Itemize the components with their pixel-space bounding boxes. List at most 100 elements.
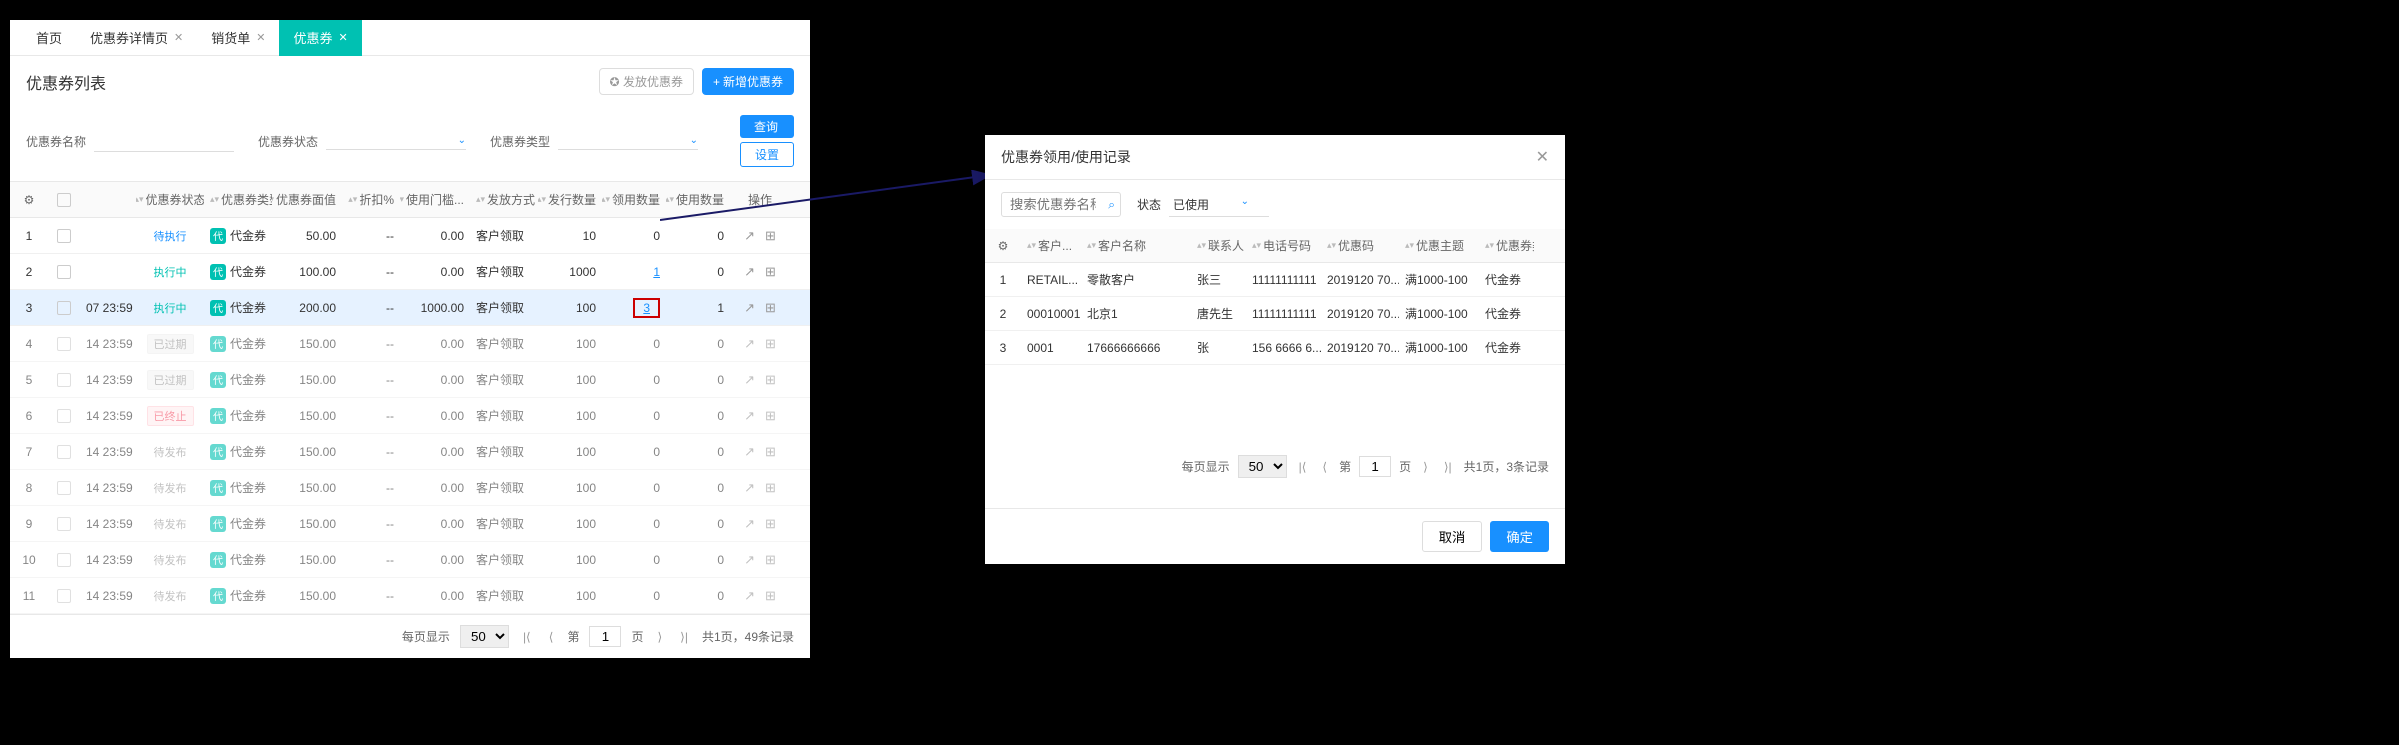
mcol-code[interactable]: ▴▾优惠码 xyxy=(1321,237,1399,254)
mcol-name[interactable]: ▴▾客户名称 xyxy=(1081,237,1191,254)
table-row[interactable]: 2 执行中 代代金券 100.00 -- 0.00 客户领取 1000 1 0 … xyxy=(10,254,810,290)
qr-icon[interactable]: ⊞ xyxy=(765,228,776,244)
prev-page-button[interactable]: ⟨ xyxy=(545,630,558,644)
qr-icon[interactable]: ⊞ xyxy=(765,480,776,496)
table-row[interactable]: 11 14 23:59 待发布 代代金券 150.00 -- 0.00 客户领取… xyxy=(10,578,810,614)
table-row[interactable]: 9 14 23:59 待发布 代代金券 150.00 -- 0.00 客户领取 … xyxy=(10,506,810,542)
table-row[interactable]: 3 07 23:59 执行中 代代金券 200.00 -- 1000.00 客户… xyxy=(10,290,810,326)
claim-count-link[interactable]: 1 xyxy=(653,265,660,279)
col-claim[interactable]: ▴▾领用数量 xyxy=(602,191,666,208)
gear-column[interactable]: ⚙ xyxy=(985,239,1021,253)
search-icon[interactable]: ⌕ xyxy=(1108,197,1115,212)
qr-icon[interactable]: ⊞ xyxy=(765,552,776,568)
modal-page-input[interactable] xyxy=(1359,456,1391,477)
row-checkbox[interactable] xyxy=(57,589,71,603)
qr-icon[interactable]: ⊞ xyxy=(765,588,776,604)
table-row[interactable]: 7 14 23:59 待发布 代代金券 150.00 -- 0.00 客户领取 … xyxy=(10,434,810,470)
modal-table-row[interactable]: 3 0001 17666666666 张 156 6666 6... 20191… xyxy=(985,331,1565,365)
issue-coupon-button[interactable]: ✪ 发放优惠券 xyxy=(599,68,694,95)
mcol-contact[interactable]: ▴▾联系人 xyxy=(1191,237,1246,254)
mcol-type[interactable]: ▴▾优惠券类 xyxy=(1479,237,1534,254)
tab-首页[interactable]: 首页 xyxy=(22,20,76,56)
qr-icon[interactable]: ⊞ xyxy=(765,408,776,424)
modal-status-select[interactable]: 已使用 ⌄ xyxy=(1169,193,1269,217)
confirm-button[interactable]: 确定 xyxy=(1490,521,1549,552)
tab-销货单[interactable]: 销货单✕ xyxy=(197,20,279,56)
table-row[interactable]: 5 14 23:59 已过期 代代金券 150.00 -- 0.00 客户领取 … xyxy=(10,362,810,398)
table-row[interactable]: 10 14 23:59 待发布 代代金券 150.00 -- 0.00 客户领取… xyxy=(10,542,810,578)
qr-icon[interactable]: ⊞ xyxy=(765,300,776,316)
col-threshold[interactable]: ▴▾使用门槛... xyxy=(400,191,470,208)
qr-icon[interactable]: ⊞ xyxy=(765,444,776,460)
modal-per-page-select[interactable]: 50 xyxy=(1238,455,1287,478)
prev-page-button[interactable]: ⟨ xyxy=(1318,460,1331,474)
first-page-button[interactable]: |⟨ xyxy=(1295,460,1311,474)
share-icon[interactable]: ↗ xyxy=(744,408,755,424)
row-checkbox[interactable] xyxy=(57,301,71,315)
share-icon[interactable]: ↗ xyxy=(744,480,755,496)
next-page-button[interactable]: ⟩ xyxy=(1419,460,1432,474)
close-icon[interactable]: ✕ xyxy=(339,31,348,44)
row-checkbox[interactable] xyxy=(57,229,71,243)
mcol-phone[interactable]: ▴▾电话号码 xyxy=(1246,237,1321,254)
last-page-button[interactable]: ⟩| xyxy=(1440,460,1456,474)
next-page-button[interactable]: ⟩ xyxy=(653,630,666,644)
mcol-subject[interactable]: ▴▾优惠主题 xyxy=(1399,237,1479,254)
settings-button[interactable]: 设置 xyxy=(740,142,794,167)
per-page-select[interactable]: 50 xyxy=(460,625,509,648)
last-page-button[interactable]: ⟩| xyxy=(676,630,692,644)
close-icon[interactable]: ✕ xyxy=(256,31,265,44)
col-type[interactable]: ▴▾优惠券类型 xyxy=(204,191,272,208)
share-icon[interactable]: ↗ xyxy=(744,552,755,568)
query-button[interactable]: 查询 xyxy=(740,115,794,138)
table-row[interactable]: 1 待执行 代代金券 50.00 -- 0.00 客户领取 10 0 0 ↗ ⊞ xyxy=(10,218,810,254)
col-status[interactable]: ▴▾优惠券状态 xyxy=(136,191,204,208)
share-icon[interactable]: ↗ xyxy=(744,588,755,604)
filter-status-select[interactable]: ⌄ xyxy=(326,132,466,150)
close-icon[interactable]: ✕ xyxy=(174,31,183,44)
add-coupon-button[interactable]: +新增优惠券 xyxy=(702,68,794,95)
share-icon[interactable]: ↗ xyxy=(744,372,755,388)
tab-优惠券[interactable]: 优惠券✕ xyxy=(279,20,361,56)
mcol-cust[interactable]: ▴▾客户... xyxy=(1021,237,1081,254)
qr-icon[interactable]: ⊞ xyxy=(765,516,776,532)
row-checkbox[interactable] xyxy=(57,337,71,351)
filter-type-select[interactable]: ⌄ xyxy=(558,132,698,150)
row-checkbox[interactable] xyxy=(57,481,71,495)
gear-column[interactable]: ⚙ xyxy=(10,193,48,207)
col-method[interactable]: ▴▾发放方式 xyxy=(470,191,538,208)
share-icon[interactable]: ↗ xyxy=(744,264,755,280)
modal-search-input[interactable] xyxy=(1001,192,1121,217)
cancel-button[interactable]: 取消 xyxy=(1422,521,1483,552)
col-face[interactable]: ▴▾优惠券面值 xyxy=(272,191,342,208)
row-checkbox[interactable] xyxy=(57,517,71,531)
qr-icon[interactable]: ⊞ xyxy=(765,372,776,388)
checkbox-all[interactable] xyxy=(57,193,71,207)
row-checkbox[interactable] xyxy=(57,553,71,567)
close-icon[interactable]: ✕ xyxy=(1536,147,1549,167)
share-icon[interactable]: ↗ xyxy=(744,516,755,532)
share-icon[interactable]: ↗ xyxy=(744,444,755,460)
col-use[interactable]: ▴▾使用数量 xyxy=(666,191,730,208)
row-checkbox[interactable] xyxy=(57,445,71,459)
table-row[interactable]: 8 14 23:59 待发布 代代金券 150.00 -- 0.00 客户领取 … xyxy=(10,470,810,506)
row-checkbox[interactable] xyxy=(57,409,71,423)
table-row[interactable]: 4 14 23:59 已过期 代代金券 150.00 -- 0.00 客户领取 … xyxy=(10,326,810,362)
share-icon[interactable]: ↗ xyxy=(744,336,755,352)
page-input[interactable] xyxy=(589,626,621,647)
share-icon[interactable]: ↗ xyxy=(744,300,755,316)
first-page-button[interactable]: |⟨ xyxy=(519,630,535,644)
table-row[interactable]: 6 14 23:59 已终止 代代金券 150.00 -- 0.00 客户领取 … xyxy=(10,398,810,434)
col-discount[interactable]: ▴▾折扣% xyxy=(342,191,400,208)
qr-icon[interactable]: ⊞ xyxy=(765,336,776,352)
checkbox-column[interactable] xyxy=(48,193,80,207)
qr-icon[interactable]: ⊞ xyxy=(765,264,776,280)
row-checkbox[interactable] xyxy=(57,373,71,387)
row-checkbox[interactable] xyxy=(57,265,71,279)
tab-优惠券详情页[interactable]: 优惠券详情页✕ xyxy=(76,20,197,56)
modal-table-row[interactable]: 2 00010001 北京1 唐先生 11111111111 2019120 7… xyxy=(985,297,1565,331)
filter-name-input[interactable] xyxy=(94,130,234,152)
col-issue[interactable]: ▴▾发行数量 xyxy=(538,191,602,208)
modal-table-row[interactable]: 1 RETAIL... 零散客户 张三 11111111111 2019120 … xyxy=(985,263,1565,297)
claim-count-link[interactable]: 3 xyxy=(633,298,660,318)
